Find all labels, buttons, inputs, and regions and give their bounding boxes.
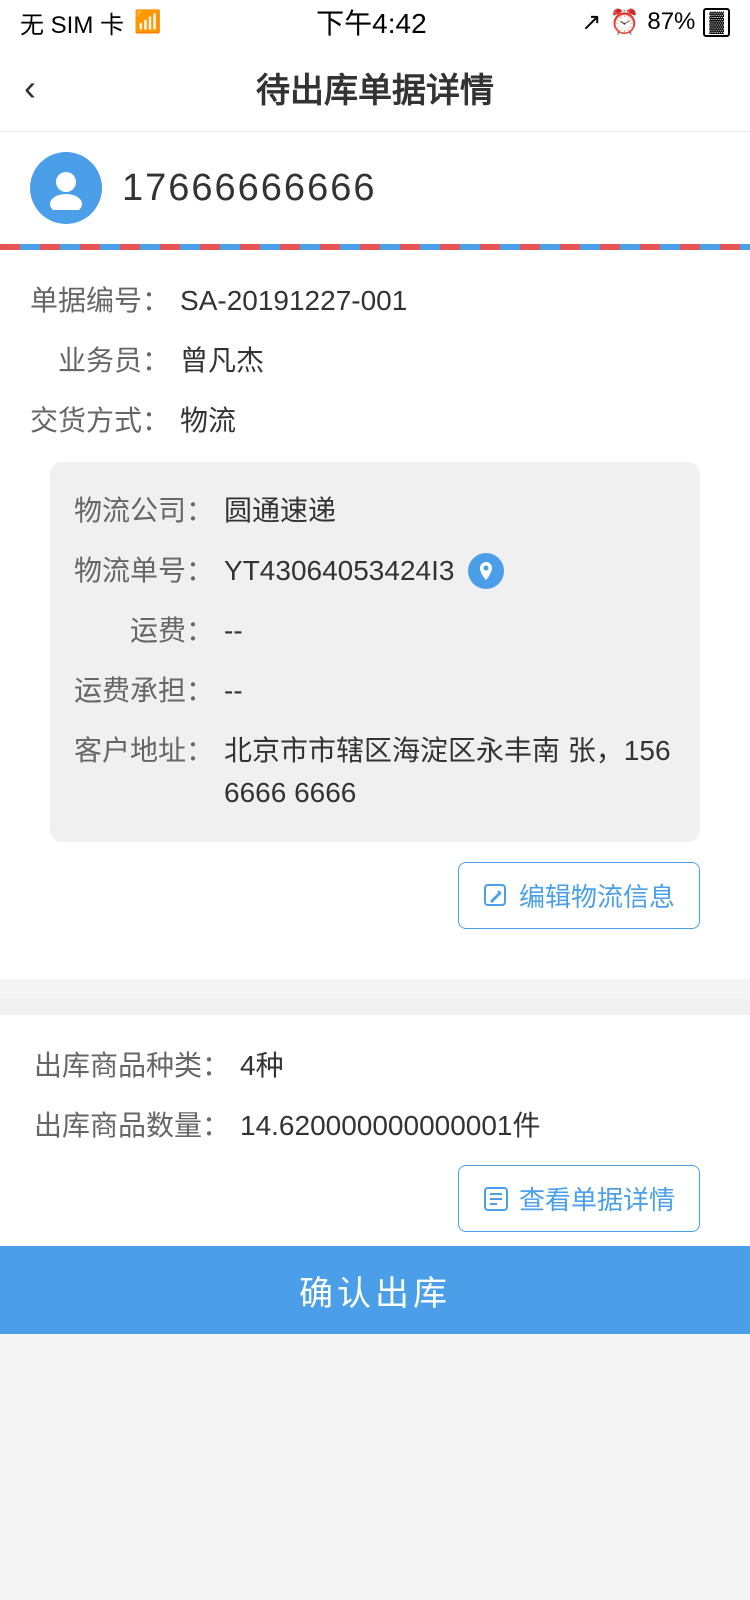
freight-row: 运费： --: [74, 610, 676, 652]
status-time: 下午4:42: [316, 2, 427, 42]
user-phone: 17666666666: [122, 167, 376, 210]
battery-icon: ▓: [703, 8, 730, 37]
address-row: 客户地址： 北京市市辖区海淀区永丰南 张，156 6666 6666: [74, 730, 676, 814]
status-right: ↗ ⏰ 87% ▓: [581, 8, 730, 37]
freight-bear-row: 运费承担： --: [74, 670, 676, 712]
edit-logistics-button[interactable]: 编辑物流信息: [458, 862, 700, 929]
freight-bear-value: --: [224, 670, 676, 712]
edit-icon: [483, 883, 509, 909]
logistics-tracking-row: 物流单号： YT43064053424I3: [74, 550, 676, 592]
goods-quantity-row: 出库商品数量： 14.620000000000001件: [30, 1105, 720, 1147]
doc-number-value: SA-20191227-001: [180, 280, 720, 322]
confirm-button-text: 确认出库: [299, 1266, 451, 1315]
logistics-company-row: 物流公司： 圆通速递: [74, 490, 676, 532]
address-label: 客户地址：: [74, 730, 214, 772]
back-button[interactable]: ‹: [24, 70, 36, 106]
map-location-icon[interactable]: [468, 553, 504, 589]
logistics-card: 物流公司： 圆通速递 物流单号： YT43064053424I3 运费： --: [50, 462, 700, 842]
status-bar: 无 SIM 卡 📶 下午4:42 ↗ ⏰ 87% ▓: [0, 0, 750, 44]
view-details-button[interactable]: 查看单据详情: [458, 1165, 700, 1232]
salesman-value: 曾凡杰: [180, 340, 720, 382]
logistics-tracking-label: 物流单号：: [74, 550, 214, 592]
battery-text: 87%: [647, 8, 695, 36]
user-header: 17666666666: [0, 132, 750, 244]
section-divider: [0, 999, 750, 1015]
logistics-company-label: 物流公司：: [74, 490, 214, 532]
alarm-icon: ⏰: [609, 8, 639, 37]
goods-type-value: 4种: [240, 1045, 720, 1087]
confirm-bar[interactable]: 确认出库: [0, 1246, 750, 1334]
goods-type-label: 出库商品种类：: [30, 1045, 230, 1087]
freight-value: --: [224, 610, 676, 652]
freight-label: 运费：: [74, 610, 214, 652]
person-icon: [44, 166, 88, 210]
address-value: 北京市市辖区海淀区永丰南 张，156 6666 6666: [224, 730, 676, 814]
location-status-icon: ↗: [581, 8, 601, 37]
carrier-text: 无 SIM 卡: [20, 5, 124, 40]
logistics-company-value: 圆通速递: [224, 490, 676, 532]
status-left: 无 SIM 卡 📶: [20, 5, 161, 40]
list-icon: [483, 1186, 509, 1212]
salesman-label: 业务员：: [30, 340, 170, 382]
edit-logistics-btn-area: 编辑物流信息: [30, 862, 720, 949]
delivery-label: 交货方式：: [30, 400, 170, 442]
salesman-row: 业务员： 曾凡杰: [30, 340, 720, 382]
goods-quantity-value: 14.620000000000001件: [240, 1105, 720, 1147]
avatar: [30, 152, 102, 224]
document-info-card: 单据编号： SA-20191227-001 业务员： 曾凡杰 交货方式： 物流 …: [0, 250, 750, 979]
delivery-row: 交货方式： 物流: [30, 400, 720, 442]
nav-bar: ‹ 待出库单据详情: [0, 44, 750, 132]
wifi-icon: 📶: [134, 9, 161, 35]
logistics-tracking-value: YT43064053424I3: [224, 550, 676, 592]
doc-number-row: 单据编号： SA-20191227-001: [30, 280, 720, 322]
goods-quantity-label: 出库商品数量：: [30, 1105, 230, 1147]
doc-number-label: 单据编号：: [30, 280, 170, 322]
page-title: 待出库单据详情: [256, 63, 494, 112]
goods-type-row: 出库商品种类： 4种: [30, 1045, 720, 1087]
freight-bear-label: 运费承担：: [74, 670, 214, 712]
delivery-value: 物流: [180, 400, 720, 442]
